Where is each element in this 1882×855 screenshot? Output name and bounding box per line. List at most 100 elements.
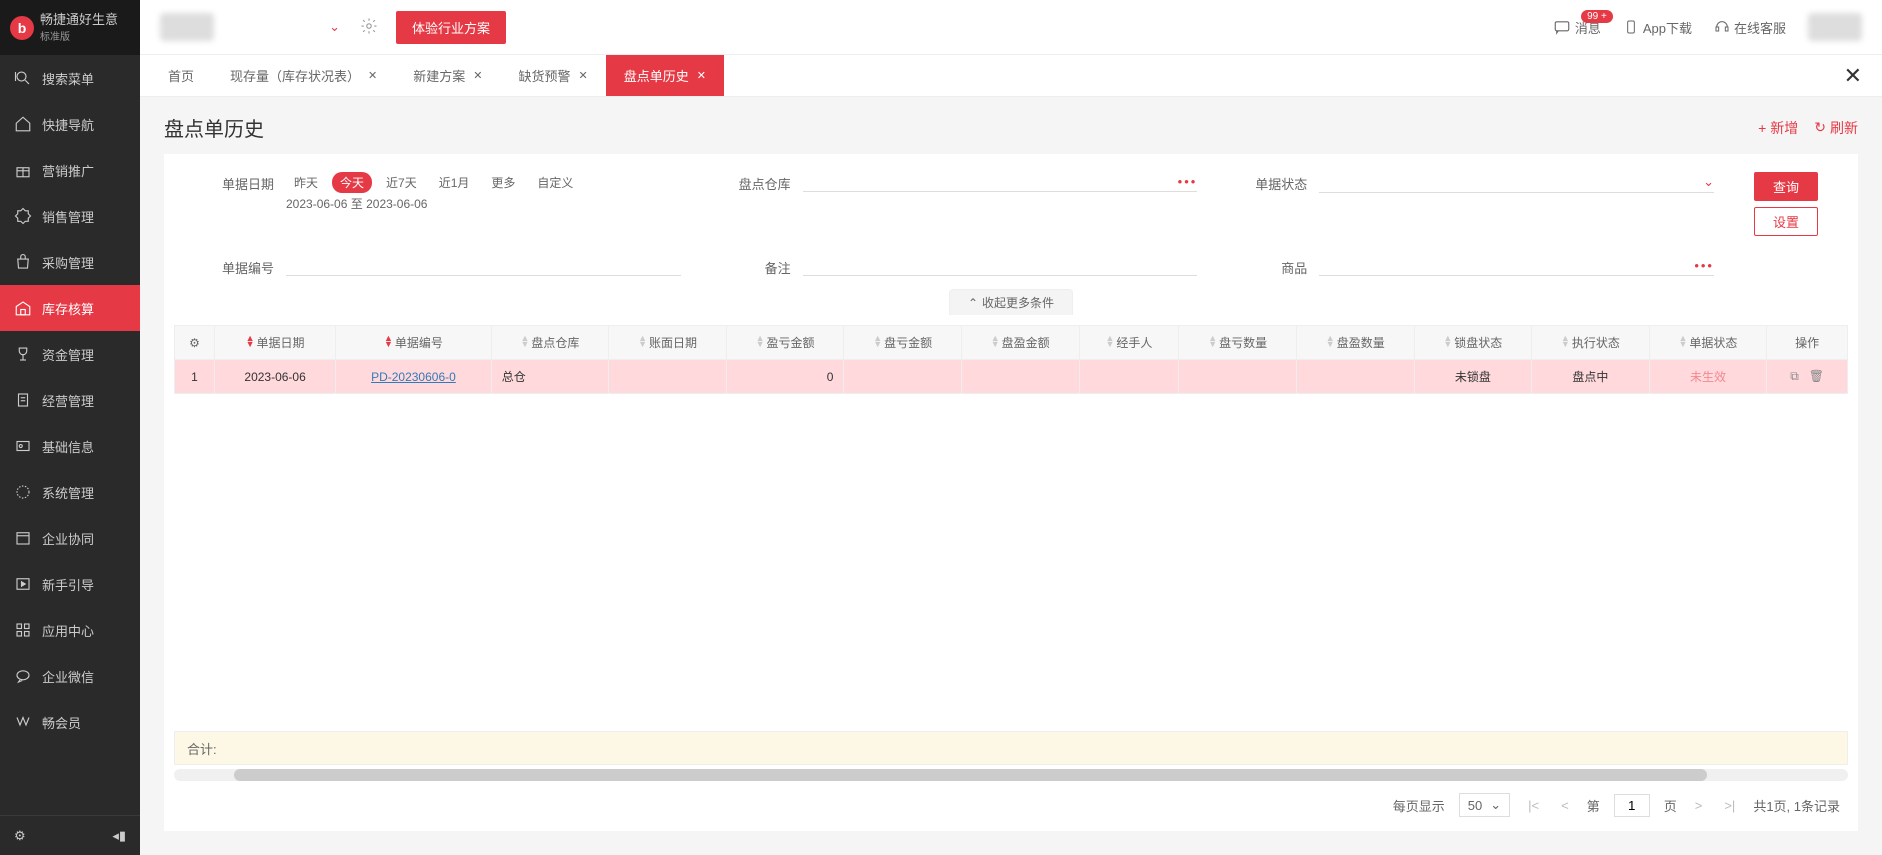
sidebar-item-vip[interactable]: 畅会员 (0, 699, 140, 745)
docno-input[interactable] (286, 256, 681, 276)
sidebar-item-system[interactable]: 系统管理 (0, 469, 140, 515)
col-date[interactable]: ▲▼单据日期 (215, 326, 336, 360)
tab-inventory-history[interactable]: 盘点单历史✕ (606, 55, 724, 96)
sidebar-item-sales[interactable]: 销售管理 (0, 193, 140, 239)
cell-docstatus: 未生效 (1649, 360, 1767, 394)
badge-icon (14, 207, 32, 225)
cell-lossamount (844, 360, 962, 394)
filter-settings-button[interactable]: 设置 (1754, 207, 1818, 236)
messages-button[interactable]: 消息 99 + (1553, 18, 1601, 37)
remark-input[interactable] (803, 256, 1198, 276)
collapse-sidebar-icon[interactable]: ◂▮ (112, 828, 126, 844)
col-lossamount[interactable]: ▲▼盘亏金额 (844, 326, 962, 360)
close-icon[interactable]: ✕ (579, 69, 588, 82)
filter-date: 单据日期 昨天 今天 近7天 近1月 更多 自定义 2023 (204, 172, 681, 236)
date-chip-today[interactable]: 今天 (332, 172, 372, 193)
filter-docno-label: 单据编号 (204, 256, 274, 277)
close-icon[interactable]: ✕ (368, 69, 377, 82)
col-lossqty[interactable]: ▲▼盘亏数量 (1179, 326, 1297, 360)
close-icon[interactable]: ✕ (473, 69, 482, 82)
col-gainamount[interactable]: ▲▼盘盈金额 (961, 326, 1079, 360)
next-page-button[interactable]: > (1691, 798, 1707, 813)
delete-icon[interactable]: 🗑 (1809, 369, 1824, 384)
product-select[interactable]: ••• (1319, 256, 1714, 276)
date-chip-7d[interactable]: 近7天 (378, 172, 425, 193)
page-input[interactable] (1614, 794, 1650, 817)
sidebar-item-quicknav[interactable]: 快捷导航 (0, 101, 140, 147)
sidebar-item-label: 系统管理 (42, 483, 94, 502)
date-chip-yesterday[interactable]: 昨天 (286, 172, 326, 193)
tab-newplan[interactable]: 新建方案✕ (395, 55, 500, 96)
cell-handler (1079, 360, 1179, 394)
tab-shortage[interactable]: 缺货预警✕ (500, 55, 605, 96)
query-button[interactable]: 查询 (1754, 172, 1818, 201)
main: ⌄ 体验行业方案 消息 99 + App下载 在线客服 (140, 0, 1882, 855)
col-lockstatus[interactable]: ▲▼锁盘状态 (1414, 326, 1532, 360)
tab-home[interactable]: 首页 (150, 55, 212, 96)
sidebar-item-marketing[interactable]: 营销推广 (0, 147, 140, 193)
horizontal-scrollbar[interactable] (174, 769, 1848, 781)
support-button[interactable]: 在线客服 (1714, 18, 1786, 37)
col-docstatus[interactable]: ▲▼单据状态 (1649, 326, 1767, 360)
sidebar-item-finance[interactable]: 资金管理 (0, 331, 140, 377)
sidebar-item-wechat[interactable]: 企业微信 (0, 653, 140, 699)
company-select[interactable]: ⌄ (160, 13, 340, 41)
tab-stock[interactable]: 现存量（库存状况表）✕ (212, 55, 395, 96)
vip-icon (14, 713, 32, 731)
trial-button[interactable]: 体验行业方案 (396, 11, 506, 44)
settings-icon[interactable]: ⚙ (14, 828, 26, 844)
bag-icon (14, 253, 32, 271)
sidebar-item-label: 采购管理 (42, 253, 94, 272)
last-page-button[interactable]: >| (1720, 798, 1739, 813)
sidebar-item-basicinfo[interactable]: 基础信息 (0, 423, 140, 469)
cell-date: 2023-06-06 (215, 360, 336, 394)
chat-icon (14, 667, 32, 685)
status-select[interactable]: ⌄ (1319, 172, 1714, 193)
settings-button[interactable] (360, 17, 378, 38)
col-gainqty[interactable]: ▲▼盘盈数量 (1296, 326, 1414, 360)
view-icon[interactable]: ⧉ (1790, 369, 1799, 384)
table-scroll[interactable]: ⚙ ▲▼单据日期 ▲▼单据编号 ▲▼盘点仓库 ▲▼账面日期 ▲▼盈亏金额 ▲▼盘… (174, 325, 1848, 727)
sidebar-item-inventory[interactable]: 库存核算 (0, 285, 140, 331)
date-chip-custom[interactable]: 自定义 (529, 172, 581, 193)
sidebar-item-guide[interactable]: 新手引导 (0, 561, 140, 607)
download-button[interactable]: App下载 (1623, 18, 1692, 37)
warehouse-select[interactable]: ••• (803, 172, 1198, 192)
refresh-button[interactable]: ↻刷新 (1814, 118, 1858, 138)
page-header: 盘点单历史 +新增 ↻刷新 (140, 97, 1882, 154)
col-execstatus[interactable]: ▲▼执行状态 (1532, 326, 1650, 360)
pagination: 每页显示 50⌄ |< < 第 页 > >| 共1页, 1条记录 (174, 781, 1848, 821)
col-bookdate[interactable]: ▲▼账面日期 (609, 326, 727, 360)
date-chip-1m[interactable]: 近1月 (431, 172, 478, 193)
table-row[interactable]: 1 2023-06-06 PD-20230606-0 总仓 0 (175, 360, 1848, 394)
sidebar-item-operations[interactable]: 经营管理 (0, 377, 140, 423)
filter-product-label: 商品 (1237, 256, 1307, 277)
date-chip-more[interactable]: 更多 (483, 172, 523, 193)
prev-page-button[interactable]: < (1557, 798, 1573, 813)
cell-docno[interactable]: PD-20230606-0 (336, 360, 492, 394)
sidebar-item-label: 库存核算 (42, 299, 94, 318)
money-icon (14, 345, 32, 363)
collapse-filters-button[interactable]: ⌃ 收起更多条件 (949, 289, 1073, 315)
close-icon[interactable]: ✕ (697, 69, 706, 82)
add-button[interactable]: +新增 (1758, 118, 1798, 138)
messages-badge: 99 + (1581, 10, 1613, 23)
sidebar-item-purchase[interactable]: 采购管理 (0, 239, 140, 285)
user-avatar[interactable] (1808, 13, 1862, 41)
chevron-down-icon: ⌄ (1490, 797, 1501, 813)
sidebar-item-collab[interactable]: 企业协同 (0, 515, 140, 561)
first-page-button[interactable]: |< (1524, 798, 1543, 813)
col-handler[interactable]: ▲▼经手人 (1079, 326, 1179, 360)
filter-warehouse-label: 盘点仓库 (721, 172, 791, 193)
card-icon (14, 437, 32, 455)
sidebar-item-search[interactable]: 搜索菜单 (0, 55, 140, 101)
sidebar-item-label: 销售管理 (42, 207, 94, 226)
col-docno[interactable]: ▲▼单据编号 (336, 326, 492, 360)
tabs: 首页 现存量（库存状况表）✕ 新建方案✕ 缺货预警✕ 盘点单历史✕ ✕ (140, 55, 1882, 97)
column-config[interactable]: ⚙ (175, 326, 215, 360)
sidebar-item-apps[interactable]: 应用中心 (0, 607, 140, 653)
close-all-tabs[interactable]: ✕ (1834, 63, 1872, 89)
per-page-select[interactable]: 50⌄ (1459, 793, 1510, 817)
col-plamount[interactable]: ▲▼盈亏金额 (726, 326, 844, 360)
col-warehouse[interactable]: ▲▼盘点仓库 (491, 326, 609, 360)
